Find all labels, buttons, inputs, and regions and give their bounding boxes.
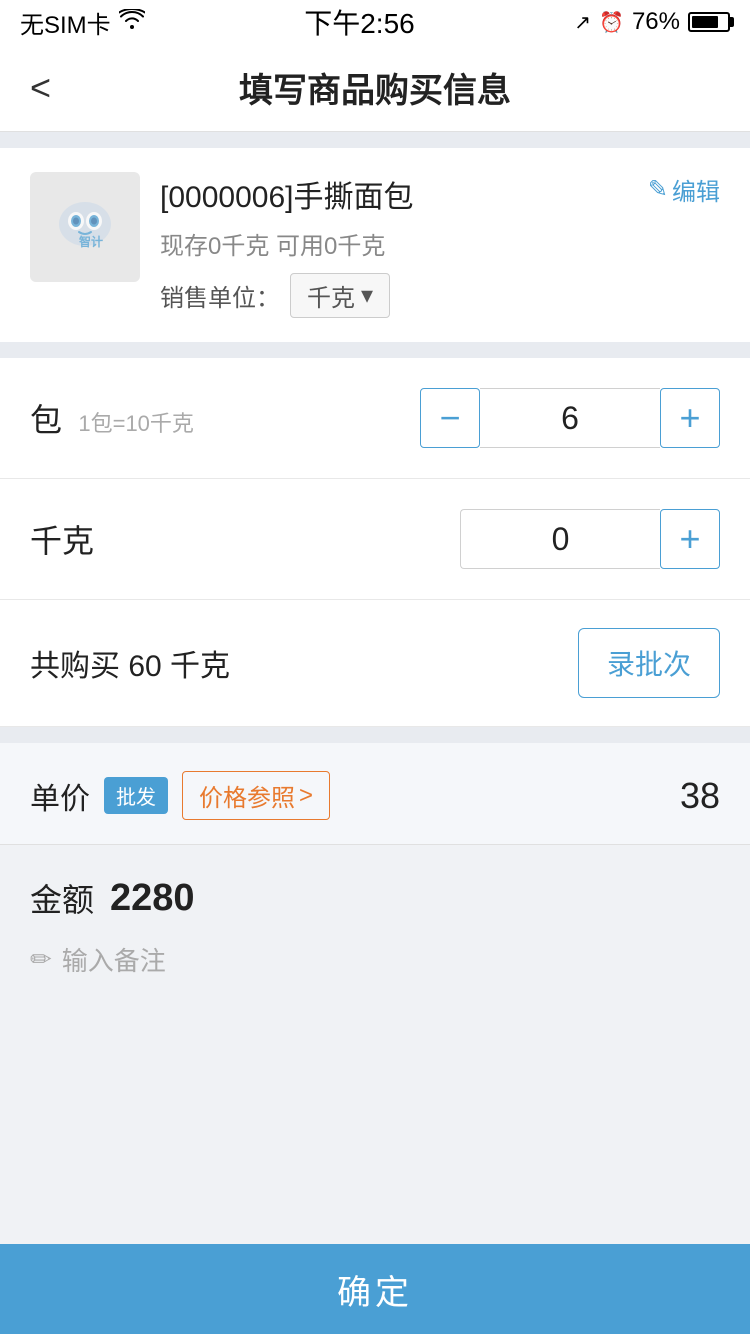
note-icon: ✏ [30, 944, 52, 975]
kg-input-section: 千克 + [0, 479, 750, 600]
edit-button[interactable]: ✎ 编辑 [648, 172, 720, 207]
unit-label: 销售单位： [160, 278, 280, 313]
total-text: 共购买 60 千克 [30, 641, 230, 685]
price-label: 单价 [30, 774, 90, 818]
status-time: 下午2:56 [304, 2, 415, 42]
location-icon: ↗ [574, 10, 591, 35]
package-qty-control: − + [420, 388, 720, 448]
back-button[interactable]: < [30, 67, 51, 109]
product-image: 智计 [30, 172, 140, 282]
package-qty-input[interactable] [480, 388, 660, 448]
product-card: 智计 [0000006]手撕面包 ✎ 编辑 现存0千克 可用0千克 销售单位： … [0, 148, 750, 342]
status-bar: 无SIM卡 下午2:56 ↗ ⏰ 76% [0, 0, 750, 44]
package-minus-button[interactable]: − [420, 388, 480, 448]
total-section: 共购买 60 千克 录批次 [0, 600, 750, 727]
kg-plus-button[interactable]: + [660, 509, 720, 569]
note-placeholder: 输入备注 [62, 941, 166, 978]
confirm-button[interactable]: 确定 [0, 1244, 750, 1334]
status-right: ↗ ⏰ 76% [574, 8, 730, 36]
divider-3 [0, 727, 750, 743]
product-name: [0000006]手撕面包 [160, 172, 413, 216]
unit-select[interactable]: 千克 ▾ [290, 273, 390, 318]
dropdown-icon: ▾ [361, 281, 373, 310]
battery-percent: 76% [632, 8, 680, 36]
product-stock: 现存0千克 可用0千克 [160, 226, 720, 261]
amount-row: 金额 2280 [30, 875, 720, 921]
amount-label: 金额 [30, 875, 94, 921]
batch-tag: 批发 [104, 777, 168, 814]
package-input-row: 包 1包=10千克 − + [30, 388, 720, 448]
confirm-button-label: 确定 [337, 1265, 413, 1314]
status-left: 无SIM卡 [20, 5, 145, 40]
divider-2 [0, 342, 750, 358]
package-input-section: 包 1包=10千克 − + [0, 358, 750, 479]
package-label: 包 1包=10千克 [30, 395, 194, 441]
kg-qty-input[interactable] [460, 509, 660, 569]
owl-logo-icon: 智计 [55, 194, 115, 261]
price-ref-icon: > [299, 782, 313, 810]
product-name-row: [0000006]手撕面包 ✎ 编辑 [160, 172, 720, 216]
amount-section: 金额 2280 ✏ 输入备注 [0, 845, 750, 1145]
kg-qty-control: + [460, 509, 720, 569]
kg-label: 千克 [30, 516, 94, 562]
edit-icon: ✎ [648, 175, 668, 204]
product-info: [0000006]手撕面包 ✎ 编辑 现存0千克 可用0千克 销售单位： 千克 … [160, 172, 720, 318]
divider-top [0, 132, 750, 148]
product-unit-row: 销售单位： 千克 ▾ [160, 273, 720, 318]
alarm-icon: ⏰ [599, 10, 624, 35]
kg-input-row: 千克 + [30, 509, 720, 569]
price-row: 单价 批发 价格参照 > 38 [30, 771, 720, 820]
record-batch-button[interactable]: 录批次 [578, 628, 720, 698]
unit-value: 千克 [307, 278, 355, 313]
svg-text:智计: 智计 [78, 234, 103, 249]
price-section: 单价 批发 价格参照 > 38 [0, 743, 750, 845]
package-plus-button[interactable]: + [660, 388, 720, 448]
wifi-icon [119, 8, 145, 36]
price-ref-label: 价格参照 [199, 778, 295, 813]
package-sublabel: 1包=10千克 [78, 411, 194, 436]
price-value: 38 [680, 775, 720, 817]
amount-value: 2280 [110, 877, 195, 920]
price-ref-button[interactable]: 价格参照 > [182, 771, 330, 820]
nav-bar: < 填写商品购买信息 [0, 44, 750, 132]
page-title: 填写商品购买信息 [239, 63, 511, 112]
note-row[interactable]: ✏ 输入备注 [30, 941, 720, 978]
carrier-label: 无SIM卡 [20, 5, 111, 40]
battery-icon [688, 12, 730, 32]
